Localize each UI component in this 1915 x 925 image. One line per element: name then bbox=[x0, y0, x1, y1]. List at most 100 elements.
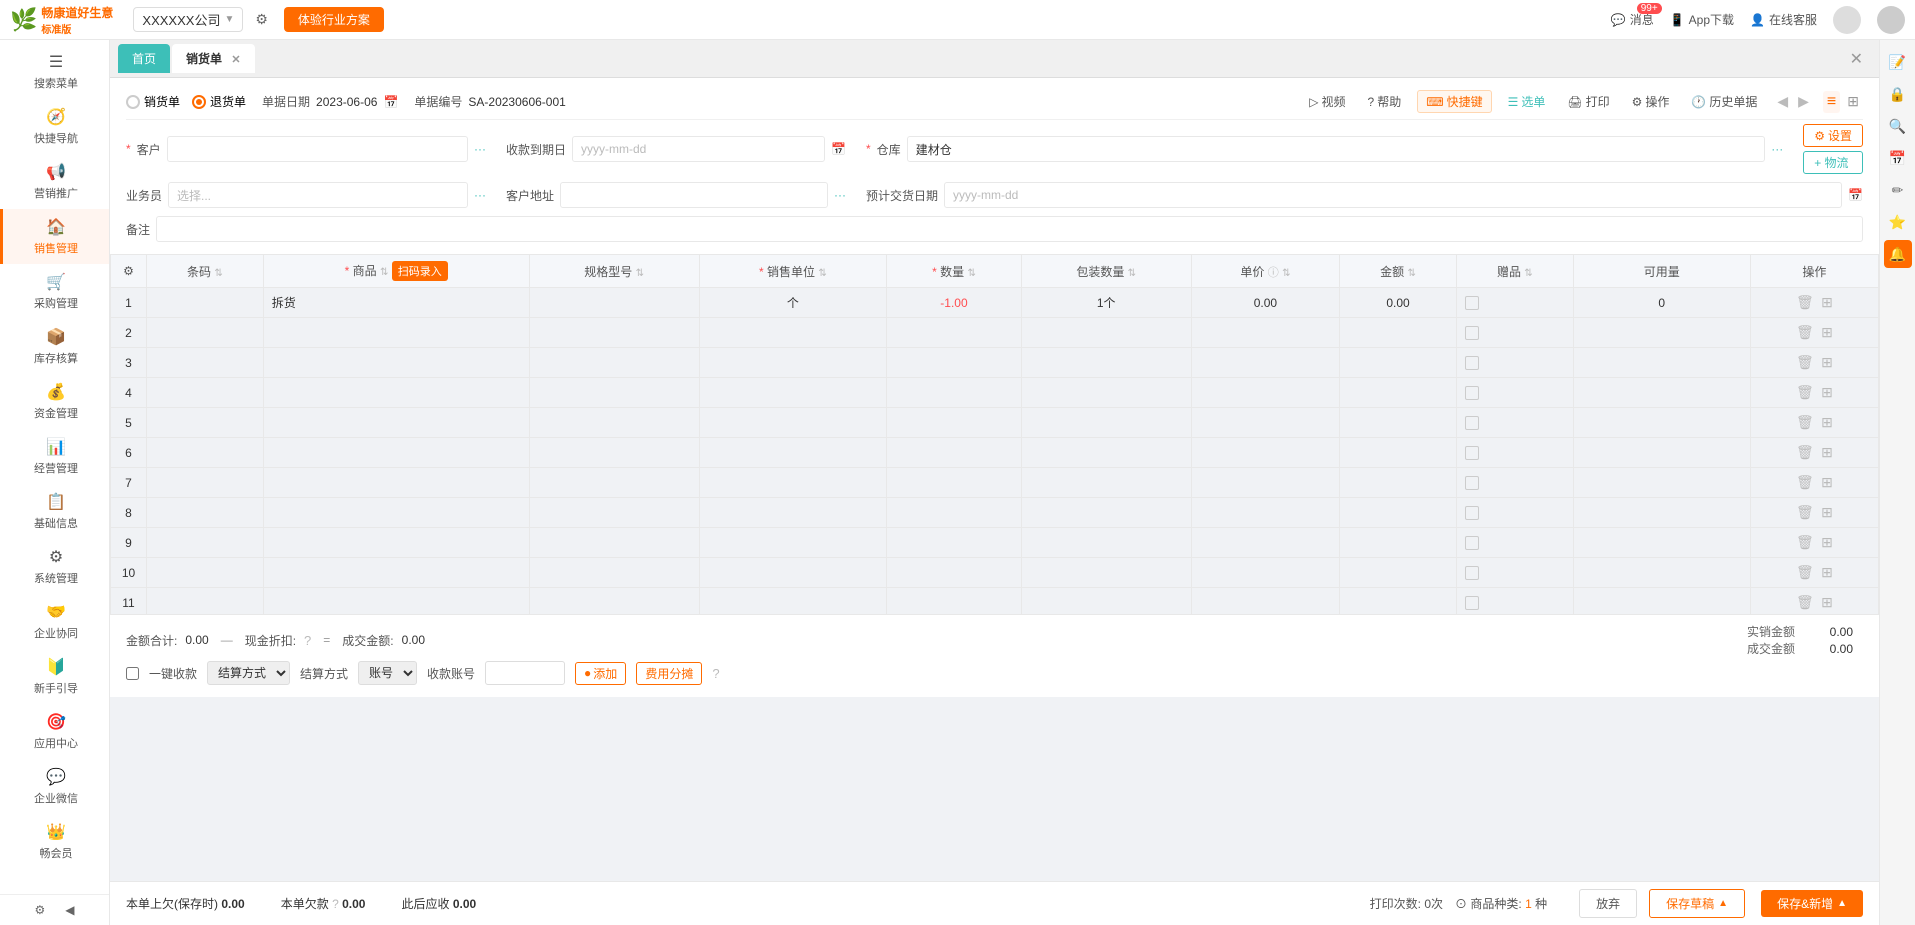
delete-row-icon[interactable]: 🗑 bbox=[1794, 444, 1816, 460]
row-gift[interactable] bbox=[1456, 408, 1573, 438]
sort-pack-icon[interactable]: ⇅ bbox=[1128, 268, 1136, 279]
row-product[interactable] bbox=[263, 528, 529, 558]
row-amount[interactable] bbox=[1340, 468, 1457, 498]
delete-row-icon[interactable]: 🗑 bbox=[1794, 564, 1816, 580]
row-qty[interactable] bbox=[887, 408, 1022, 438]
row-gift[interactable] bbox=[1456, 348, 1573, 378]
gift-checkbox[interactable] bbox=[1465, 296, 1479, 310]
sort-qty-icon[interactable]: ⇅ bbox=[967, 268, 975, 279]
salesperson-dots[interactable]: ··· bbox=[474, 188, 486, 202]
list-view-icon[interactable]: ≡ bbox=[1823, 91, 1840, 113]
sort-price-icon[interactable]: ⇅ bbox=[1282, 268, 1290, 279]
row-spec[interactable] bbox=[529, 318, 699, 348]
row-product[interactable] bbox=[263, 408, 529, 438]
shortcut-button[interactable]: ⌨ 快捷键 bbox=[1417, 90, 1491, 113]
row-price[interactable]: 0.00 bbox=[1191, 288, 1340, 318]
row-unit[interactable] bbox=[699, 378, 887, 408]
sort-gift-icon[interactable]: ⇅ bbox=[1524, 268, 1532, 279]
row-gift[interactable] bbox=[1456, 438, 1573, 468]
trial-button[interactable]: 体验行业方案 bbox=[284, 7, 384, 32]
row-spec[interactable] bbox=[529, 438, 699, 468]
avatar-extra[interactable] bbox=[1877, 6, 1905, 34]
row-product[interactable] bbox=[263, 348, 529, 378]
row-barcode[interactable] bbox=[147, 438, 264, 468]
message-button[interactable]: 💬 消息 99+ bbox=[1611, 11, 1654, 28]
add-payment-button[interactable]: ● 添加 bbox=[575, 662, 626, 685]
expected-date-input[interactable]: yyyy-mm-dd bbox=[944, 182, 1842, 208]
row-gift[interactable] bbox=[1456, 318, 1573, 348]
row-unit[interactable] bbox=[699, 498, 887, 528]
row-gift[interactable] bbox=[1456, 498, 1573, 528]
row-amount[interactable] bbox=[1340, 348, 1457, 378]
delete-row-icon[interactable]: 🗑 bbox=[1794, 384, 1816, 400]
tab-close-icon[interactable]: ✕ bbox=[231, 54, 240, 66]
close-window-icon[interactable]: ✕ bbox=[1850, 49, 1863, 69]
row-pack-qty[interactable] bbox=[1021, 378, 1191, 408]
gift-checkbox[interactable] bbox=[1465, 356, 1479, 370]
delete-row-icon[interactable]: 🗑 bbox=[1794, 504, 1816, 520]
grid-view-icon[interactable]: ⊞ bbox=[1843, 91, 1863, 112]
row-qty[interactable] bbox=[887, 558, 1022, 588]
row-unit[interactable] bbox=[699, 438, 887, 468]
gift-checkbox[interactable] bbox=[1465, 536, 1479, 550]
expected-date-calendar-icon[interactable]: 📅 bbox=[1848, 188, 1863, 202]
row-unit[interactable] bbox=[699, 348, 887, 378]
video-button[interactable]: ▷ 视频 bbox=[1303, 91, 1351, 112]
row-qty[interactable] bbox=[887, 588, 1022, 615]
print-button[interactable]: 🖨 打印 bbox=[1561, 91, 1615, 112]
row-unit[interactable] bbox=[699, 408, 887, 438]
row-price[interactable] bbox=[1191, 318, 1340, 348]
gift-checkbox[interactable] bbox=[1465, 566, 1479, 580]
tab-home[interactable]: 首页 bbox=[118, 44, 170, 73]
gift-checkbox[interactable] bbox=[1465, 446, 1479, 460]
fee-help-icon[interactable]: ? bbox=[712, 666, 719, 681]
right-panel-star-btn[interactable]: ⭐ bbox=[1884, 208, 1912, 236]
row-spec[interactable] bbox=[529, 378, 699, 408]
app-download-button[interactable]: 📱 App下载 bbox=[1670, 11, 1734, 28]
history-button[interactable]: 🕐 历史单据 bbox=[1685, 91, 1763, 112]
row-gift[interactable] bbox=[1456, 378, 1573, 408]
discard-button[interactable]: 放弃 bbox=[1579, 889, 1637, 918]
customer-addr-input[interactable] bbox=[560, 182, 828, 208]
row-qty[interactable] bbox=[887, 498, 1022, 528]
row-gift[interactable] bbox=[1456, 288, 1573, 318]
sidebar-item-purchase[interactable]: 🛒 采购管理 bbox=[0, 264, 109, 319]
right-panel-notes-btn[interactable]: 📝 bbox=[1884, 48, 1912, 76]
gift-checkbox[interactable] bbox=[1465, 506, 1479, 520]
sidebar-item-operations[interactable]: 📊 经营管理 bbox=[0, 429, 109, 484]
row-product[interactable] bbox=[263, 378, 529, 408]
row-barcode[interactable] bbox=[147, 378, 264, 408]
balance-help-icon[interactable]: ? bbox=[332, 897, 339, 911]
gift-checkbox[interactable] bbox=[1465, 386, 1479, 400]
right-panel-search-btn[interactable]: 🔍 bbox=[1884, 112, 1912, 140]
delete-row-icon[interactable]: 🗑 bbox=[1794, 594, 1816, 610]
sidebar-item-appcenter[interactable]: 🎯 应用中心 bbox=[0, 704, 109, 759]
row-amount[interactable] bbox=[1340, 318, 1457, 348]
row-amount[interactable] bbox=[1340, 378, 1457, 408]
row-price[interactable] bbox=[1191, 378, 1340, 408]
row-unit[interactable] bbox=[699, 318, 887, 348]
customer-input[interactable] bbox=[167, 136, 468, 162]
price-info-icon[interactable]: ⓘ bbox=[1268, 267, 1279, 279]
row-product[interactable] bbox=[263, 588, 529, 615]
notes-input[interactable] bbox=[156, 216, 1863, 242]
row-gift[interactable] bbox=[1456, 588, 1573, 615]
help-button[interactable]: ? 帮助 bbox=[1362, 91, 1408, 112]
settings-button[interactable]: ⚙ 设置 bbox=[1803, 124, 1863, 147]
sort-product-icon[interactable]: ⇅ bbox=[380, 267, 388, 278]
row-price[interactable] bbox=[1191, 408, 1340, 438]
row-price[interactable] bbox=[1191, 558, 1340, 588]
sidebar-item-marketing[interactable]: 📢 营销推广 bbox=[0, 154, 109, 209]
row-qty[interactable] bbox=[887, 468, 1022, 498]
discount-help-icon[interactable]: ? bbox=[304, 633, 311, 648]
row-spec[interactable] bbox=[529, 408, 699, 438]
copy-row-icon[interactable]: ⊞ bbox=[1819, 354, 1835, 370]
sort-amount-icon[interactable]: ⇅ bbox=[1408, 268, 1416, 279]
row-amount[interactable] bbox=[1340, 498, 1457, 528]
delete-row-icon[interactable]: 🗑 bbox=[1794, 354, 1816, 370]
delete-row-icon[interactable]: 🗑 bbox=[1794, 414, 1816, 430]
row-unit[interactable]: 个 bbox=[699, 288, 887, 318]
row-pack-qty[interactable] bbox=[1021, 558, 1191, 588]
row-spec[interactable] bbox=[529, 348, 699, 378]
logistics-button[interactable]: + 物流 bbox=[1803, 151, 1863, 174]
